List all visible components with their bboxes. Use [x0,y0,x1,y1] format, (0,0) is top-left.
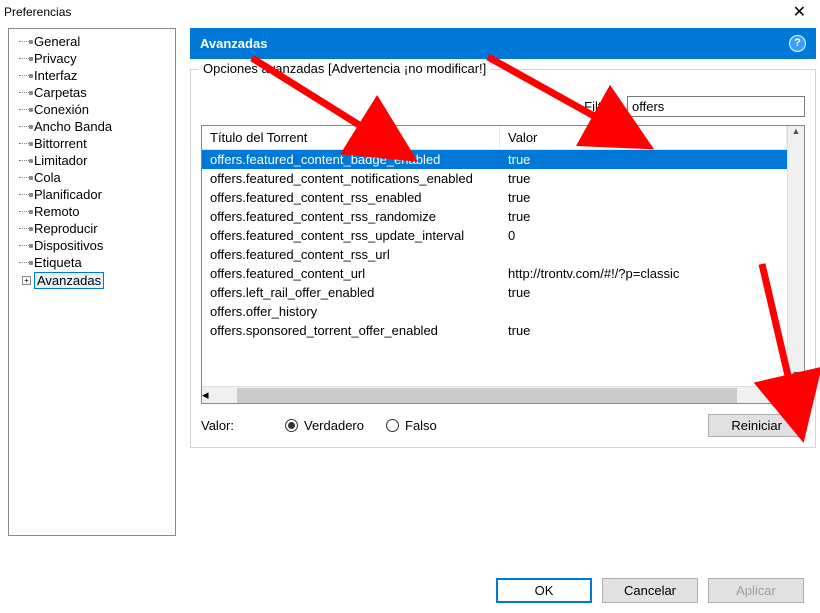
row-value: true [500,207,787,226]
tree-item-label: Dispositivos [34,238,103,253]
tree-item-label: Privacy [34,51,77,66]
column-title[interactable]: Título del Torrent [202,126,500,149]
tree-item-label: Reproducir [34,221,98,236]
preferences-tree[interactable]: General Privacy Interfaz Carpetas Conexión An… [8,28,176,536]
tree-item-label: General [34,34,80,49]
row-title: offers.left_rail_offer_enabled [202,283,500,302]
tree-item-bittorrent[interactable]: Bittorrent [13,135,175,152]
reset-button[interactable]: Reiniciar [708,414,805,437]
row-value [500,302,787,321]
tree-item-conexión[interactable]: Conexión [13,101,175,118]
cancel-button[interactable]: Cancelar [602,578,698,603]
tree-item-avanzadas[interactable]: +Avanzadas [13,271,175,290]
row-value: 0 [500,226,787,245]
tree-item-label: Limitador [34,153,87,168]
ok-button[interactable]: OK [496,578,592,603]
tree-item-label: Etiqueta [34,255,82,270]
table-row[interactable]: offers.featured_content_rss_randomizetru… [202,207,787,226]
tree-item-label: Cola [34,170,61,185]
scroll-left-icon[interactable]: ◂ [202,387,219,403]
table-row[interactable]: offers.featured_content_urlhttp://trontv… [202,264,787,283]
scroll-thumb[interactable] [237,388,737,403]
tree-item-interfaz[interactable]: Interfaz [13,67,175,84]
window-title: Preferencias [4,5,71,19]
row-title: offers.offer_history [202,302,500,321]
table-row[interactable]: offers.sponsored_torrent_offer_enabledtr… [202,321,787,340]
row-title: offers.featured_content_notifications_en… [202,169,500,188]
column-value[interactable]: Valor [500,126,787,149]
row-value: true [500,150,787,169]
horizontal-scrollbar[interactable]: ◂ [202,386,804,403]
scroll-up-icon[interactable]: ▲ [788,126,804,143]
table-row[interactable]: offers.left_rail_offer_enabledtrue [202,283,787,302]
tree-item-label: Bittorrent [34,136,87,151]
row-value: http://trontv.com/#!/?p=classic [500,264,787,283]
table-row[interactable]: offers.featured_content_rss_enabledtrue [202,188,787,207]
panel-header: Avanzadas ? [190,28,816,59]
tree-item-remoto[interactable]: Remoto [13,203,175,220]
filter-label: Filtrar: [584,99,621,114]
radio-false[interactable]: Falso [386,418,437,433]
table-row[interactable]: offers.featured_content_badge_enabledtru… [202,150,787,169]
row-title: offers.featured_content_rss_url [202,245,500,264]
tree-item-ancho-banda[interactable]: Ancho Banda [13,118,175,135]
tree-item-label: Planificador [34,187,102,202]
tree-item-carpetas[interactable]: Carpetas [13,84,175,101]
row-title: offers.sponsored_torrent_offer_enabled [202,321,500,340]
table-row[interactable]: offers.featured_content_rss_update_inter… [202,226,787,245]
row-title: offers.featured_content_badge_enabled [202,150,500,169]
row-title: offers.featured_content_url [202,264,500,283]
tree-item-general[interactable]: General [13,33,175,50]
tree-item-label: Ancho Banda [34,119,112,134]
tree-item-privacy[interactable]: Privacy [13,50,175,67]
tree-item-label: Remoto [34,204,80,219]
panel-title: Avanzadas [200,36,267,51]
radio-false-button[interactable] [386,419,399,432]
options-listview[interactable]: Título del Torrent Valor offers.featured… [201,125,805,404]
table-row[interactable]: offers.featured_content_rss_url [202,245,787,264]
vertical-scrollbar[interactable]: ▲ ▼ [787,126,804,386]
tree-item-etiqueta[interactable]: Etiqueta [13,254,175,271]
row-value: true [500,169,787,188]
help-icon[interactable]: ? [789,35,806,52]
radio-true-label: Verdadero [304,418,364,433]
tree-item-label: Carpetas [34,85,87,100]
table-row[interactable]: offers.offer_history [202,302,787,321]
radio-false-label: Falso [405,418,437,433]
row-title: offers.featured_content_rss_randomize [202,207,500,226]
tree-item-planificador[interactable]: Planificador [13,186,175,203]
row-value [500,245,787,264]
close-icon[interactable]: ✕ [785,2,814,22]
tree-item-label: Avanzadas [34,272,104,289]
dialog-footer: OK Cancelar Aplicar [496,578,804,603]
tree-item-dispositivos[interactable]: Dispositivos [13,237,175,254]
row-value: true [500,283,787,302]
row-title: offers.featured_content_rss_enabled [202,188,500,207]
tree-item-limitador[interactable]: Limitador [13,152,175,169]
tree-item-label: Interfaz [34,68,77,83]
table-row[interactable]: offers.featured_content_notifications_en… [202,169,787,188]
apply-button[interactable]: Aplicar [708,578,804,603]
tree-item-label: Conexión [34,102,89,117]
titlebar: Preferencias ✕ [0,0,820,26]
listview-headers[interactable]: Título del Torrent Valor [202,126,804,150]
radio-true[interactable]: Verdadero [285,418,364,433]
filter-input[interactable] [627,96,805,117]
tree-item-cola[interactable]: Cola [13,169,175,186]
tree-item-reproducir[interactable]: Reproducir [13,220,175,237]
expand-icon[interactable]: + [22,276,31,285]
value-label: Valor: [201,418,263,433]
advanced-options-group: Opciones avanzadas [Advertencia ¡no modi… [190,69,816,448]
row-title: offers.featured_content_rss_update_inter… [202,226,500,245]
row-value: true [500,188,787,207]
scroll-down-icon[interactable]: ▼ [788,369,804,386]
radio-true-button[interactable] [285,419,298,432]
row-value: true [500,321,787,340]
group-legend: Opciones avanzadas [Advertencia ¡no modi… [199,61,490,76]
